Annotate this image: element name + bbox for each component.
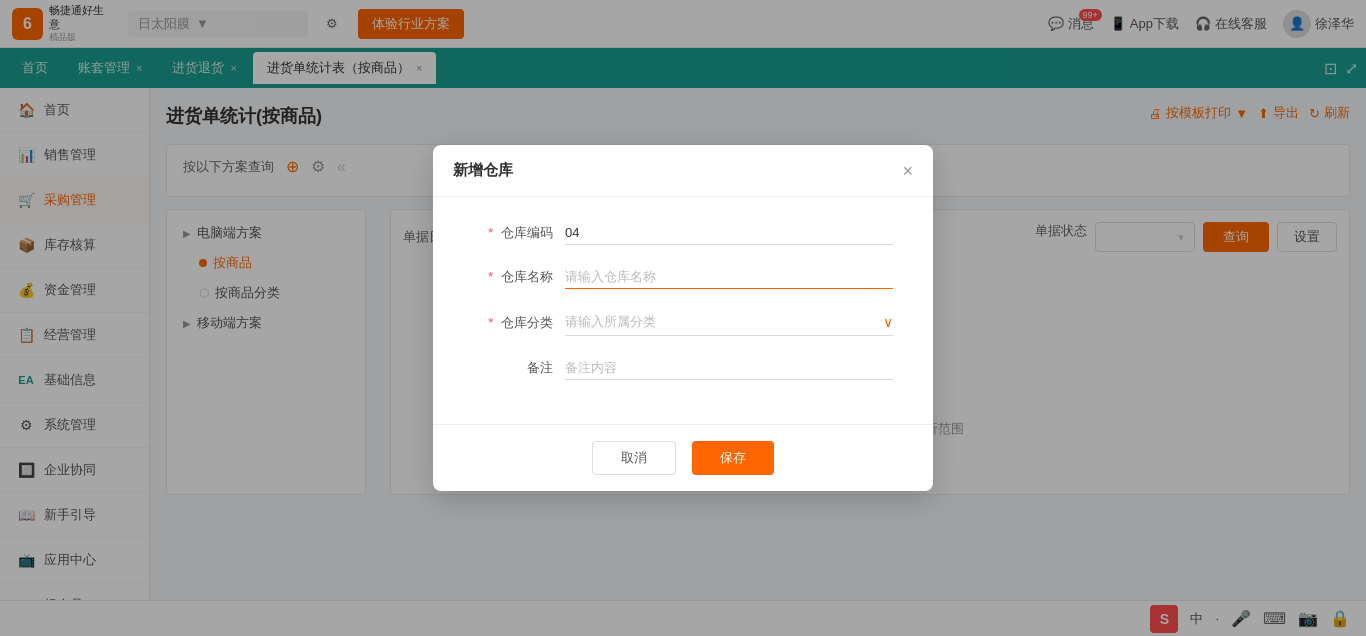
name-required-star: * bbox=[488, 269, 493, 284]
modal-body: * 仓库编码 * 仓库名称 * 仓库分类 请输入所属 bbox=[433, 197, 933, 424]
form-row-code: * 仓库编码 bbox=[473, 221, 893, 245]
name-input[interactable] bbox=[565, 265, 893, 289]
code-label-text: 仓库编码 bbox=[501, 225, 553, 240]
cancel-button[interactable]: 取消 bbox=[592, 441, 676, 475]
name-label: * 仓库名称 bbox=[473, 268, 553, 286]
form-row-category: * 仓库分类 请输入所属分类 ∨ bbox=[473, 309, 893, 336]
category-placeholder: 请输入所属分类 bbox=[565, 313, 656, 331]
category-label: * 仓库分类 bbox=[473, 314, 553, 332]
code-required-star: * bbox=[488, 225, 493, 240]
modal-overlay[interactable]: 新增仓库 × * 仓库编码 * 仓库名称 bbox=[0, 0, 1366, 636]
code-input[interactable] bbox=[565, 221, 893, 245]
category-select[interactable]: 请输入所属分类 ∨ bbox=[565, 309, 893, 336]
code-label: * 仓库编码 bbox=[473, 224, 553, 242]
modal-footer: 取消 保存 bbox=[433, 424, 933, 491]
add-warehouse-modal: 新增仓库 × * 仓库编码 * 仓库名称 bbox=[433, 145, 933, 491]
note-label: 备注 bbox=[473, 359, 553, 377]
save-button[interactable]: 保存 bbox=[692, 441, 774, 475]
note-label-text: 备注 bbox=[527, 360, 553, 375]
modal-title: 新增仓库 bbox=[453, 161, 513, 180]
modal-close-button[interactable]: × bbox=[902, 162, 913, 180]
name-label-text: 仓库名称 bbox=[501, 269, 553, 284]
form-row-note: 备注 bbox=[473, 356, 893, 380]
category-caret-icon: ∨ bbox=[883, 314, 893, 330]
note-input[interactable] bbox=[565, 356, 893, 380]
category-label-text: 仓库分类 bbox=[501, 315, 553, 330]
category-required-star: * bbox=[488, 315, 493, 330]
modal-header: 新增仓库 × bbox=[433, 145, 933, 197]
form-row-name: * 仓库名称 bbox=[473, 265, 893, 289]
